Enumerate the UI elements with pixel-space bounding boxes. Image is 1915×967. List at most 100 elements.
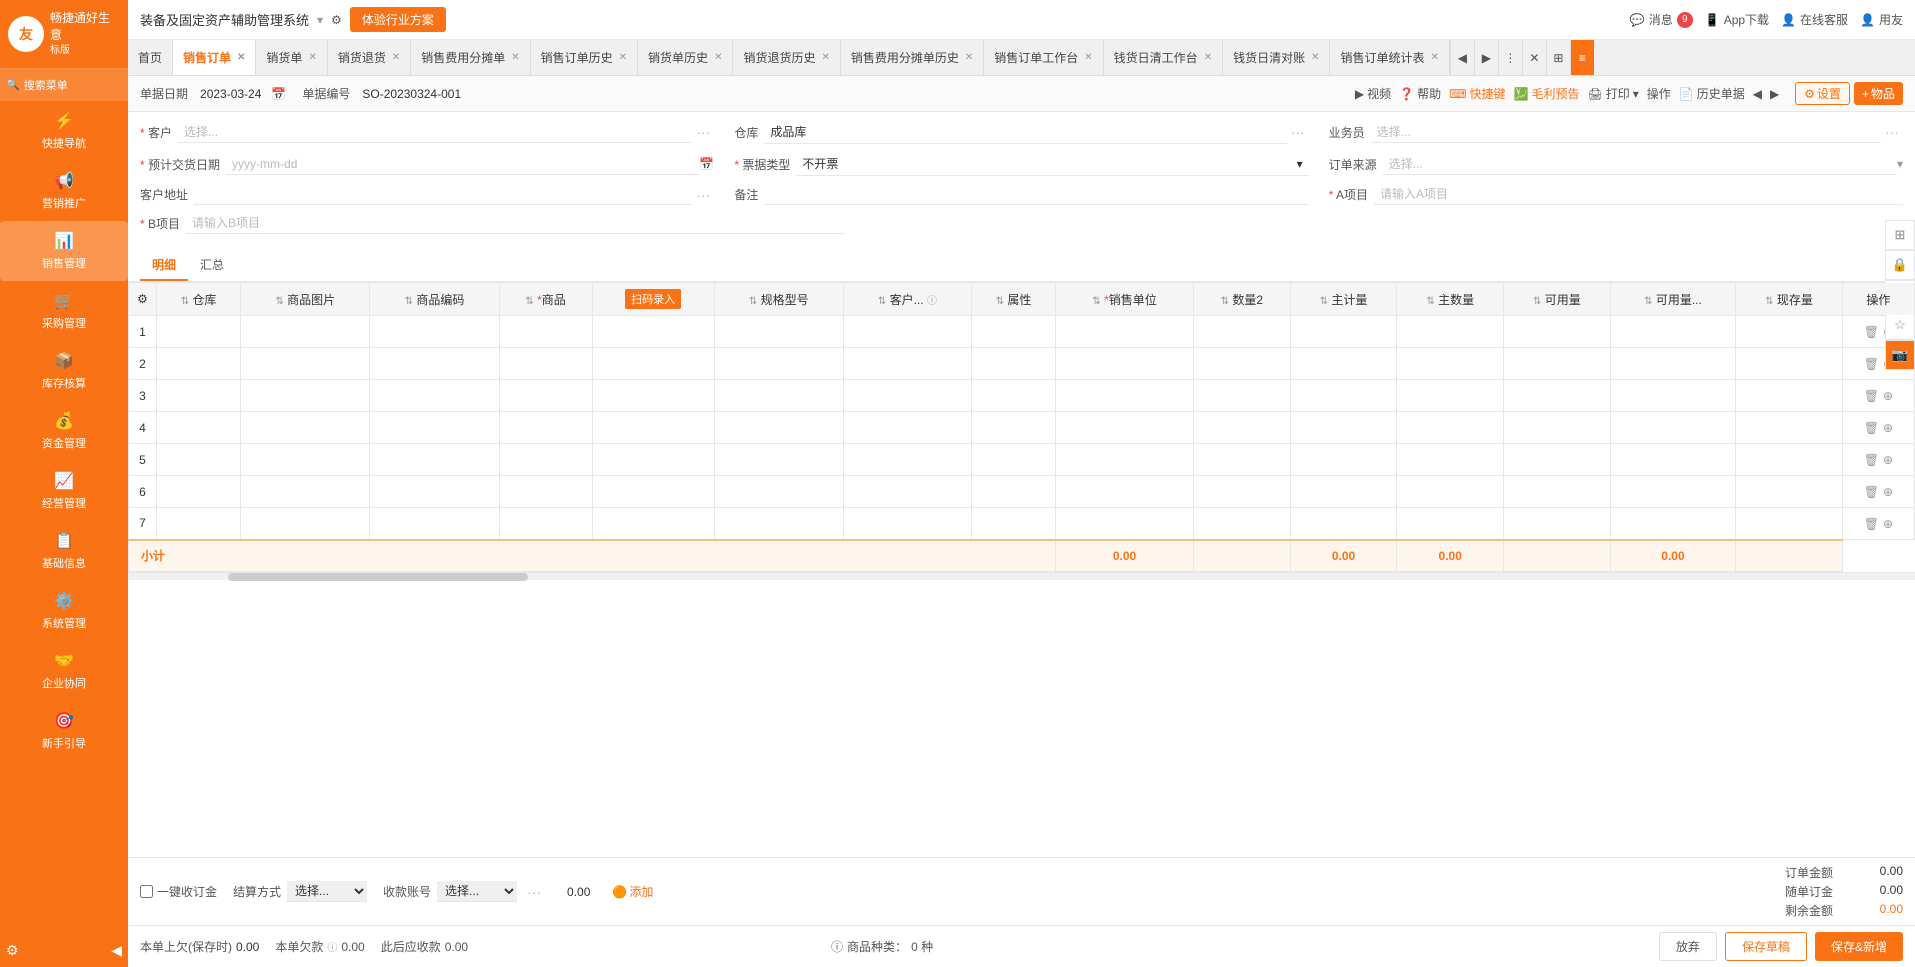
tab-close-sales-return[interactable]: ✕ bbox=[392, 52, 400, 63]
table-cell[interactable] bbox=[714, 508, 843, 540]
table-cell[interactable] bbox=[592, 412, 714, 444]
table-cell[interactable] bbox=[157, 348, 241, 380]
sort-available2-icon[interactable]: ⇅ bbox=[1644, 296, 1652, 307]
table-cell[interactable] bbox=[843, 444, 971, 476]
account-dots-btn[interactable]: ··· bbox=[523, 884, 545, 900]
tab-return-history[interactable]: 销货退货历史 ✕ bbox=[733, 40, 840, 76]
table-cell[interactable] bbox=[241, 380, 370, 412]
table-cell[interactable] bbox=[1056, 380, 1194, 412]
sort-available-icon[interactable]: ⇅ bbox=[1533, 296, 1541, 307]
table-cell[interactable] bbox=[592, 476, 714, 508]
horizontal-scrollbar[interactable] bbox=[128, 572, 1915, 580]
tab-fee-history[interactable]: 销售费用分摊单历史 ✕ bbox=[841, 40, 984, 76]
table-cell[interactable] bbox=[1056, 444, 1194, 476]
tab-sales-order[interactable]: 销售订单 ✕ bbox=[173, 40, 256, 76]
table-cell[interactable] bbox=[843, 508, 971, 540]
tab-daily-workbench[interactable]: 钱货日清工作台 ✕ bbox=[1104, 40, 1223, 76]
table-cell[interactable] bbox=[843, 412, 971, 444]
profit-btn[interactable]: 💹 毛利预告 bbox=[1513, 85, 1579, 102]
customer-input[interactable] bbox=[178, 122, 692, 143]
info-owe-icon[interactable]: ⓘ bbox=[327, 939, 337, 954]
scan-btn[interactable]: 扫码录入 bbox=[625, 289, 681, 309]
copy-row-icon[interactable]: ⊕ bbox=[1883, 421, 1893, 435]
table-cell[interactable] bbox=[1610, 476, 1735, 508]
sidebar-item-enterprise[interactable]: 🤝 企业协同 bbox=[0, 641, 128, 701]
project-b-input[interactable] bbox=[186, 213, 845, 234]
address-input[interactable] bbox=[194, 184, 692, 205]
table-cell[interactable] bbox=[1194, 316, 1291, 348]
table-cell[interactable] bbox=[843, 348, 971, 380]
table-cell[interactable] bbox=[1194, 380, 1291, 412]
tab-close-sales-slip-history[interactable]: ✕ bbox=[714, 52, 722, 63]
table-cell[interactable] bbox=[370, 412, 499, 444]
table-cell[interactable] bbox=[592, 508, 714, 540]
settings-footer-icon[interactable]: ⚙ bbox=[6, 942, 19, 959]
sidebar-item-operations[interactable]: 📈 经营管理 bbox=[0, 461, 128, 521]
delete-row-icon[interactable]: 🗑 bbox=[1864, 389, 1879, 403]
tab-daily-reconcile[interactable]: 钱货日清对账 ✕ bbox=[1223, 40, 1330, 76]
sidebar-search[interactable]: 🔍 搜索菜单 bbox=[0, 69, 128, 101]
table-cell[interactable] bbox=[714, 476, 843, 508]
staff-dots-btn[interactable]: ··· bbox=[1881, 124, 1903, 140]
sidebar-item-guide[interactable]: 🎯 新手引导 bbox=[0, 701, 128, 761]
tab-close-daily-reconcile[interactable]: ✕ bbox=[1311, 52, 1319, 63]
table-cell[interactable] bbox=[241, 476, 370, 508]
print-btn[interactable]: 🖨 打印 ▾ bbox=[1587, 85, 1638, 102]
dropdown-arrow-icon[interactable]: ▾ bbox=[317, 13, 323, 27]
sort-image-icon[interactable]: ⇅ bbox=[275, 296, 283, 307]
delete-row-icon[interactable]: 🗑 bbox=[1864, 453, 1879, 467]
staff-input[interactable] bbox=[1371, 122, 1881, 143]
sort-customer-code-icon[interactable]: ⇅ bbox=[878, 296, 886, 307]
remark-input[interactable] bbox=[764, 184, 1308, 205]
copy-row-icon[interactable]: ⊕ bbox=[1883, 517, 1893, 531]
sort-stock-icon[interactable]: ⇅ bbox=[1765, 296, 1773, 307]
add-payment-btn[interactable]: 🟠 添加 bbox=[612, 883, 653, 900]
table-cell[interactable] bbox=[1194, 412, 1291, 444]
table-cell[interactable] bbox=[1397, 476, 1504, 508]
delete-row-icon[interactable]: 🗑 bbox=[1864, 421, 1879, 435]
print-dropdown-icon[interactable]: ▾ bbox=[1633, 87, 1639, 101]
tab-close-sales-order-history[interactable]: ✕ bbox=[619, 52, 627, 63]
tab-next-btn[interactable]: ▶ bbox=[1474, 40, 1498, 76]
info-icon[interactable]: ⓘ bbox=[927, 296, 937, 307]
tab-close-sales-slip[interactable]: ✕ bbox=[308, 52, 316, 63]
tab-sales-slip[interactable]: 销货单 ✕ bbox=[256, 40, 327, 76]
table-cell[interactable] bbox=[1056, 412, 1194, 444]
table-cell[interactable] bbox=[843, 380, 971, 412]
sort-spec-icon[interactable]: ⇅ bbox=[749, 296, 757, 307]
table-cell[interactable] bbox=[499, 508, 592, 540]
table-cell[interactable] bbox=[971, 348, 1055, 380]
sort-warehouse-icon[interactable]: ⇅ bbox=[181, 296, 189, 307]
table-cell[interactable] bbox=[370, 476, 499, 508]
sidebar-item-quicknav[interactable]: ⚡ 快捷导航 bbox=[0, 101, 128, 161]
tab-order-stats[interactable]: 销售订单统计表 ✕ bbox=[1330, 40, 1449, 76]
delete-row-icon[interactable]: 🗑 bbox=[1864, 485, 1879, 499]
table-cell[interactable] bbox=[1397, 348, 1504, 380]
sidebar-item-sales[interactable]: 📊 销售管理 bbox=[0, 221, 128, 281]
col-settings-header[interactable]: ⚙ bbox=[129, 283, 157, 316]
sort-unit-icon[interactable]: ⇅ bbox=[1092, 296, 1100, 307]
payment-method-select[interactable]: 选择... bbox=[287, 881, 367, 902]
history-btn[interactable]: 📄 历史单据 bbox=[1679, 85, 1745, 102]
table-cell[interactable] bbox=[370, 348, 499, 380]
table-cell[interactable] bbox=[1397, 412, 1504, 444]
table-cell[interactable] bbox=[1290, 348, 1397, 380]
table-cell[interactable] bbox=[1504, 412, 1611, 444]
warehouse-dots-btn[interactable]: ··· bbox=[1287, 124, 1309, 140]
table-cell[interactable] bbox=[1056, 316, 1194, 348]
table-cell[interactable] bbox=[1736, 380, 1843, 412]
table-cell[interactable] bbox=[1290, 316, 1397, 348]
invoice-select[interactable]: 不开票 ▾ bbox=[796, 152, 1308, 176]
copy-row-icon[interactable]: ⊕ bbox=[1883, 485, 1893, 499]
table-cell[interactable] bbox=[157, 316, 241, 348]
table-cell[interactable] bbox=[592, 380, 714, 412]
delete-row-icon[interactable]: 🗑 bbox=[1864, 517, 1879, 531]
tab-prev-btn[interactable]: ◀ bbox=[1450, 40, 1474, 76]
table-cell[interactable] bbox=[499, 316, 592, 348]
tab-list-btn[interactable]: ≡ bbox=[1570, 40, 1594, 76]
table-cell[interactable] bbox=[157, 412, 241, 444]
shortcut-btn[interactable]: ⌨ 快捷键 bbox=[1449, 85, 1505, 102]
table-cell[interactable] bbox=[1610, 380, 1735, 412]
table-cell[interactable] bbox=[971, 412, 1055, 444]
tab-order-workbench[interactable]: 销售订单工作台 ✕ bbox=[984, 40, 1103, 76]
